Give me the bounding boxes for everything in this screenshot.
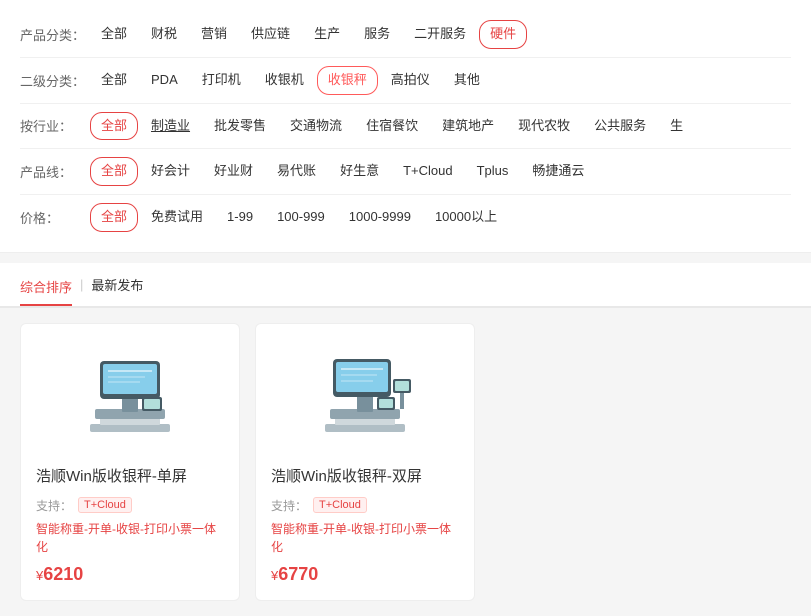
product-image-1	[36, 344, 224, 454]
sub-printer[interactable]: 打印机	[191, 66, 252, 95]
product-card-1[interactable]: 浩顺Win版收银秤-单屏 支持： T+Cloud 智能称重-开单-收银-打印小票…	[20, 323, 240, 601]
ind-manufacturing[interactable]: 制造业	[140, 112, 201, 141]
product-support-1: 支持： T+Cloud	[36, 497, 224, 514]
industry-row: 按行业： 全部 制造业 批发零售 交通物流 住宿餐饮 建筑地产 现代农牧 公共服…	[20, 104, 791, 150]
cat-production[interactable]: 生产	[303, 20, 351, 49]
support-tag-1: T+Cloud	[78, 497, 132, 513]
line-finance[interactable]: 好业财	[203, 157, 264, 186]
line-business[interactable]: 好生意	[329, 157, 390, 186]
support-label-2: 支持：	[271, 497, 307, 514]
price-100-999[interactable]: 100-999	[266, 203, 336, 232]
pos-terminal-icon-1	[70, 349, 190, 449]
industry-label: 按行业：	[20, 116, 90, 135]
products-grid: 浩顺Win版收银秤-单屏 支持： T+Cloud 智能称重-开单-收银-打印小票…	[20, 323, 791, 601]
ind-hospitality[interactable]: 住宿餐饮	[355, 112, 429, 141]
product-price-1: ¥6210	[36, 564, 224, 585]
ind-all[interactable]: 全部	[90, 112, 138, 141]
line-changjie[interactable]: 畅捷通云	[521, 157, 595, 186]
sub-cashier[interactable]: 收银机	[254, 66, 315, 95]
ind-logistics[interactable]: 交通物流	[279, 112, 353, 141]
product-image-2	[271, 344, 459, 454]
product-category-label: 产品分类：	[20, 25, 90, 44]
price-number-2: 6770	[278, 564, 318, 584]
product-line-label: 产品线：	[20, 162, 90, 181]
sub-scale[interactable]: 收银秤	[317, 66, 378, 95]
price-free[interactable]: 免费试用	[140, 203, 214, 232]
ind-public[interactable]: 公共服务	[583, 112, 657, 141]
product-card-2[interactable]: 浩顺Win版收银秤-双屏 支持： T+Cloud 智能称重-开单-收银-打印小票…	[255, 323, 475, 601]
line-all[interactable]: 全部	[90, 157, 138, 186]
sort-comprehensive[interactable]: 综合排序	[20, 273, 72, 306]
product-desc-2: 智能称重-开单-收银-打印小票一体化	[271, 520, 459, 556]
product-price-2: ¥6770	[271, 564, 459, 585]
ind-more[interactable]: 生	[659, 112, 694, 141]
price-1000-9999[interactable]: 1000-9999	[338, 203, 422, 232]
filter-section: 产品分类： 全部 财税 营销 供应链 生产 服务 二开服务 硬件 二级分类： 全…	[0, 0, 811, 253]
cat-finance[interactable]: 财税	[140, 20, 188, 49]
line-tcloud[interactable]: T+Cloud	[392, 157, 464, 186]
cat-supply[interactable]: 供应链	[240, 20, 301, 49]
ind-wholesale[interactable]: 批发零售	[203, 112, 277, 141]
price-row: 价格： 全部 免费试用 1-99 100-999 1000-9999 10000…	[20, 195, 791, 240]
price-all[interactable]: 全部	[90, 203, 138, 232]
products-area: 浩顺Win版收银秤-单屏 支持： T+Cloud 智能称重-开单-收银-打印小票…	[0, 308, 811, 616]
product-line-row: 产品线： 全部 好会计 好业财 易代账 好生意 T+Cloud Tplus 畅捷…	[20, 149, 791, 195]
support-label-1: 支持：	[36, 497, 72, 514]
product-name-1: 浩顺Win版收银秤-单屏	[36, 466, 224, 487]
sort-divider: |	[80, 277, 83, 292]
pos-terminal-icon-2	[305, 349, 425, 449]
product-desc-1: 智能称重-开单-收银-打印小票一体化	[36, 520, 224, 556]
sub-pda[interactable]: PDA	[140, 66, 189, 95]
line-tplus[interactable]: Tplus	[466, 157, 520, 186]
price-number-1: 6210	[43, 564, 83, 584]
price-1-99[interactable]: 1-99	[216, 203, 264, 232]
sort-latest[interactable]: 最新发布	[91, 271, 143, 298]
price-10000-plus[interactable]: 10000以上	[424, 203, 508, 232]
sub-all[interactable]: 全部	[90, 66, 138, 95]
cat-marketing[interactable]: 营销	[190, 20, 238, 49]
price-label: 价格：	[20, 208, 90, 227]
sub-other[interactable]: 其他	[443, 66, 491, 95]
cat-service[interactable]: 服务	[353, 20, 401, 49]
product-category-items: 全部 财税 营销 供应链 生产 服务 二开服务 硬件	[90, 20, 527, 49]
product-line-items: 全部 好会计 好业财 易代账 好生意 T+Cloud Tplus 畅捷通云	[90, 157, 595, 186]
sub-camera[interactable]: 高拍仪	[380, 66, 441, 95]
sub-category-label: 二级分类：	[20, 71, 90, 90]
sub-category-row: 二级分类： 全部 PDA 打印机 收银机 收银秤 高拍仪 其他	[20, 58, 791, 104]
ind-agriculture[interactable]: 现代农牧	[507, 112, 581, 141]
cat-all[interactable]: 全部	[90, 20, 138, 49]
sort-bar: 综合排序 | 最新发布	[0, 263, 811, 308]
industry-items: 全部 制造业 批发零售 交通物流 住宿餐饮 建筑地产 现代农牧 公共服务 生	[90, 112, 694, 141]
sub-category-items: 全部 PDA 打印机 收银机 收银秤 高拍仪 其他	[90, 66, 491, 95]
cat-dev-service[interactable]: 二开服务	[403, 20, 477, 49]
support-tag-2: T+Cloud	[313, 497, 367, 513]
product-category-row: 产品分类： 全部 财税 营销 供应链 生产 服务 二开服务 硬件	[20, 12, 791, 58]
cat-hardware[interactable]: 硬件	[479, 20, 527, 49]
product-name-2: 浩顺Win版收银秤-双屏	[271, 466, 459, 487]
ind-realestate[interactable]: 建筑地产	[431, 112, 505, 141]
line-bookkeeping[interactable]: 易代账	[266, 157, 327, 186]
line-accountant[interactable]: 好会计	[140, 157, 201, 186]
price-items: 全部 免费试用 1-99 100-999 1000-9999 10000以上	[90, 203, 508, 232]
product-support-2: 支持： T+Cloud	[271, 497, 459, 514]
